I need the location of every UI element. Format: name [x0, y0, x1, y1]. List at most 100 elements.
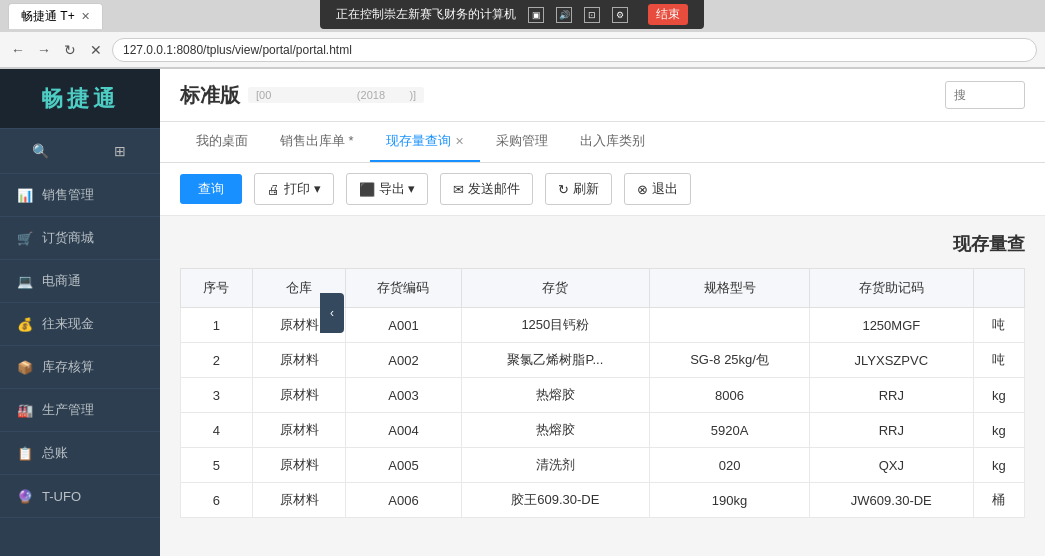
email-button[interactable]: ✉ 发送邮件 [440, 173, 533, 205]
table-row[interactable]: 3 原材料 A003 热熔胶 8006 RRJ kg [181, 378, 1025, 413]
cell-warehouse[interactable]: 原材料 [252, 343, 346, 378]
col-spec: 规格型号 [650, 269, 810, 308]
table-header-row: 序号 仓库 存货编码 存货 规格型号 存货助记码 [181, 269, 1025, 308]
main-header: 标准版 [00 (2018 )] [160, 69, 1045, 122]
cell-goods[interactable]: 1250目钙粉 [461, 308, 649, 343]
main-content: 标准版 [00 (2018 )] 我的桌面 销售出库单 * 现存量查询 ✕ 采 [160, 69, 1045, 556]
finance-icon: 💰 [16, 315, 34, 333]
browser-tab-close[interactable]: ✕ [81, 10, 90, 23]
cell-spec: 5920A [650, 413, 810, 448]
audio-icon: 🔊 [556, 7, 572, 23]
tab-purchase[interactable]: 采购管理 [480, 122, 564, 162]
tab-sales-out[interactable]: 销售出库单 * [264, 122, 370, 162]
exit-icon: ⊗ [637, 182, 648, 197]
cell-memo[interactable]: JLYXSZPVC [810, 343, 974, 378]
sidebar-item-ledger[interactable]: 📋 总账 [0, 432, 160, 475]
sidebar-item-label: 电商通 [42, 272, 81, 290]
refresh-icon: ↻ [558, 182, 569, 197]
cell-memo[interactable]: JW609.30-DE [810, 483, 974, 518]
cell-goods[interactable]: 热熔胶 [461, 378, 649, 413]
cell-memo[interactable]: QXJ [810, 448, 974, 483]
export-button[interactable]: ⬛ 导出 ▾ [346, 173, 429, 205]
cell-goods[interactable]: 胶王609.30-DE [461, 483, 649, 518]
email-icon: ✉ [453, 182, 464, 197]
col-unit [973, 269, 1024, 308]
table-row[interactable]: 5 原材料 A005 清洗剂 020 QXJ kg [181, 448, 1025, 483]
col-goods: 存货 [461, 269, 649, 308]
cell-code[interactable]: A002 [346, 343, 461, 378]
header-search-input[interactable] [945, 81, 1025, 109]
section-title: 现存量查 [180, 232, 1025, 256]
cell-seq: 2 [181, 343, 253, 378]
table-row[interactable]: 1 原材料 A001 1250目钙粉 1250MGF 吨 [181, 308, 1025, 343]
forward-button[interactable]: → [34, 40, 54, 60]
delete-button[interactable]: ✕ [86, 40, 106, 60]
cell-code[interactable]: A003 [346, 378, 461, 413]
col-memo: 存货助记码 [810, 269, 974, 308]
export-icon: ⬛ [359, 182, 375, 197]
cell-goods[interactable]: 聚氯乙烯树脂P... [461, 343, 649, 378]
cell-goods[interactable]: 热熔胶 [461, 413, 649, 448]
sidebar-search-icon[interactable]: 🔍 [26, 137, 54, 165]
tab-inventory[interactable]: 现存量查询 ✕ [370, 122, 480, 162]
cell-code[interactable]: A006 [346, 483, 461, 518]
header-version: 标准版 [180, 82, 240, 109]
sidebar-home-icon[interactable]: ⊞ [106, 137, 134, 165]
sidebar-item-production[interactable]: 🏭 生产管理 [0, 389, 160, 432]
order-icon: 🛒 [16, 229, 34, 247]
browser-tab[interactable]: 畅捷通 T+ ✕ [8, 3, 103, 29]
url-text: 127.0.0.1:8080/tplus/view/portal/portal.… [123, 43, 352, 57]
sidebar: 畅捷通 🔍 ⊞ 📊 销售管理 🛒 订货商城 💻 电商通 💰 往来现金 [0, 69, 160, 556]
sidebar-item-label: 订货商城 [42, 229, 94, 247]
cell-code[interactable]: A005 [346, 448, 461, 483]
cell-warehouse[interactable]: 原材料 [252, 413, 346, 448]
cell-spec: 020 [650, 448, 810, 483]
ledger-icon: 📋 [16, 444, 34, 462]
remote-end-button[interactable]: 结束 [648, 4, 688, 25]
browser-tab-label: 畅捷通 T+ [21, 8, 75, 25]
print-button[interactable]: 🖨 打印 ▾ [254, 173, 334, 205]
reload-button[interactable]: ↻ [60, 40, 80, 60]
tab-desktop[interactable]: 我的桌面 [180, 122, 264, 162]
remote-banner: 正在控制崇左新赛飞财务的计算机 ▣ 🔊 ⊡ ⚙ 结束 [320, 0, 704, 29]
cell-code[interactable]: A001 [346, 308, 461, 343]
table-row[interactable]: 6 原材料 A006 胶王609.30-DE 190kg JW609.30-DE… [181, 483, 1025, 518]
cell-memo[interactable]: 1250MGF [810, 308, 974, 343]
exit-button[interactable]: ⊗ 退出 [624, 173, 691, 205]
sidebar-item-tufo[interactable]: 🔮 T-UFO [0, 475, 160, 518]
sales-icon: 📊 [16, 186, 34, 204]
sidebar-item-finance[interactable]: 💰 往来现金 [0, 303, 160, 346]
cell-goods[interactable]: 清洗剂 [461, 448, 649, 483]
sidebar-item-stock[interactable]: 📦 库存核算 [0, 346, 160, 389]
inventory-table: 序号 仓库 存货编码 存货 规格型号 存货助记码 1 原材料 A001 1250… [180, 268, 1025, 518]
cell-seq: 5 [181, 448, 253, 483]
tab-inventory-close[interactable]: ✕ [455, 135, 464, 148]
query-button[interactable]: 查询 [180, 174, 242, 204]
sidebar-item-ec[interactable]: 💻 电商通 [0, 260, 160, 303]
cell-code[interactable]: A004 [346, 413, 461, 448]
content-area: 现存量查 序号 仓库 存货编码 存货 规格型号 存货助记码 1 原材料 A0 [160, 216, 1045, 556]
col-code: 存货编码 [346, 269, 461, 308]
sidebar-collapse-button[interactable]: ‹ [320, 293, 344, 333]
table-row[interactable]: 4 原材料 A004 热熔胶 5920A RRJ kg [181, 413, 1025, 448]
ec-icon: 💻 [16, 272, 34, 290]
cell-memo[interactable]: RRJ [810, 378, 974, 413]
url-bar[interactable]: 127.0.0.1:8080/tplus/view/portal/portal.… [112, 38, 1037, 62]
cell-unit: kg [973, 413, 1024, 448]
tab-inout[interactable]: 出入库类别 [564, 122, 661, 162]
production-icon: 🏭 [16, 401, 34, 419]
cell-warehouse[interactable]: 原材料 [252, 378, 346, 413]
sidebar-item-label: 往来现金 [42, 315, 94, 333]
sidebar-logo: 畅捷通 [0, 69, 160, 129]
cell-memo[interactable]: RRJ [810, 413, 974, 448]
refresh-button[interactable]: ↻ 刷新 [545, 173, 612, 205]
sidebar-item-sales[interactable]: 📊 销售管理 [0, 174, 160, 217]
cell-seq: 6 [181, 483, 253, 518]
cell-seq: 1 [181, 308, 253, 343]
header-info: [00 (2018 )] [248, 87, 424, 103]
cell-warehouse[interactable]: 原材料 [252, 448, 346, 483]
table-row[interactable]: 2 原材料 A002 聚氯乙烯树脂P... SG-8 25kg/包 JLYXSZ… [181, 343, 1025, 378]
back-button[interactable]: ← [8, 40, 28, 60]
sidebar-item-order[interactable]: 🛒 订货商城 [0, 217, 160, 260]
cell-warehouse[interactable]: 原材料 [252, 483, 346, 518]
